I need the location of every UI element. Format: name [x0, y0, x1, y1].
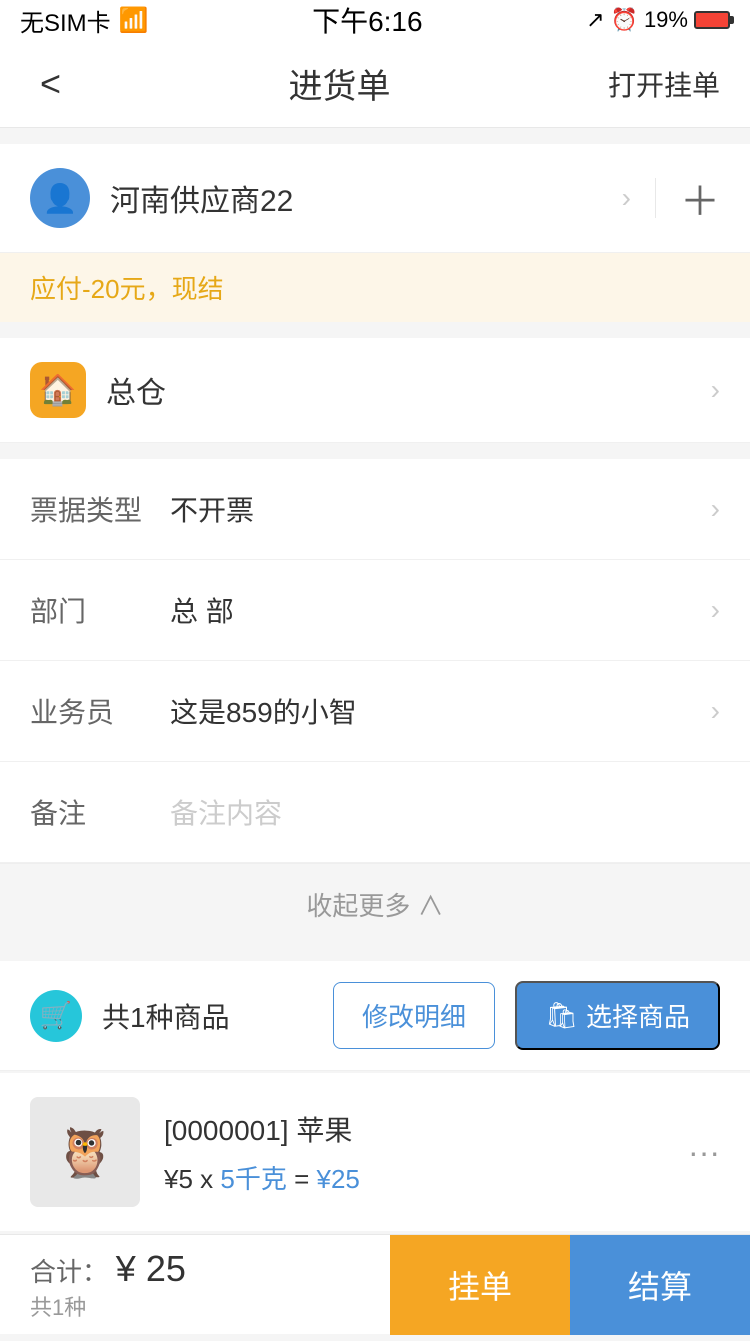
warehouse-icon-symbol: 🏠 [39, 373, 76, 408]
notice-text: 应付-20元，现结 [30, 274, 224, 304]
product-name: [0000001] 苹果 [164, 1109, 664, 1149]
salesperson-row[interactable]: 业务员 这是859的小智 › [0, 661, 750, 762]
total-label: 合计： [30, 1257, 108, 1287]
select-product-icon: 🛍 [545, 1000, 578, 1031]
battery-percent: 19% [644, 7, 688, 33]
remarks-label: 备注 [30, 792, 170, 832]
select-product-button[interactable]: 🛍 选择商品 [515, 981, 720, 1050]
status-time: 下午6:16 [312, 0, 423, 40]
salesperson-chevron: › [711, 695, 720, 727]
supplier-name: 河南供应商22 [110, 176, 612, 220]
select-product-label: 选择商品 [586, 997, 690, 1034]
wifi-icon: 📶 [119, 6, 149, 35]
invoice-type-row[interactable]: 票据类型 不开票 › [0, 459, 750, 560]
status-left: 无SIM卡 📶 [20, 3, 149, 38]
gap-1 [0, 128, 750, 144]
total-sub: 共1种 [30, 1290, 360, 1322]
product-total: ¥25 [317, 1164, 360, 1194]
department-label: 部门 [30, 590, 170, 630]
status-bar: 无SIM卡 📶 下午6:16 ↗ ⏰ 19% [0, 0, 750, 40]
form-section: 票据类型 不开票 › 部门 总 部 › 业务员 这是859的小智 › 备注 备注… [0, 459, 750, 945]
remarks-row[interactable]: 备注 备注内容 [0, 762, 750, 863]
salesperson-label: 业务员 [30, 691, 170, 731]
product-header: 🛒 共1种商品 修改明细 🛍 选择商品 [0, 961, 750, 1071]
supplier-chevron: › [622, 182, 631, 214]
collapse-label: 收起更多 ∧ [306, 886, 443, 923]
invoice-chevron: › [711, 493, 720, 525]
collapse-bar[interactable]: 收起更多 ∧ [0, 863, 750, 945]
invoice-type-value: 不开票 [170, 489, 701, 529]
supplier-section: 👤 河南供应商22 › ＋ 应付-20元，现结 [0, 144, 750, 322]
avatar-icon: 👤 [43, 182, 78, 215]
open-hang-button[interactable]: 打开挂单 [608, 64, 720, 104]
supplier-avatar: 👤 [30, 168, 90, 228]
page-title: 进货单 [289, 59, 391, 108]
checkout-button[interactable]: 结算 [570, 1235, 750, 1335]
nav-bar: < 进货单 打开挂单 [0, 40, 750, 128]
gap-3 [0, 443, 750, 459]
product-item: 🦉 [0000001] 苹果 ¥5 x 5千克 = ¥25 ··· [0, 1073, 750, 1231]
warehouse-chevron: › [711, 374, 720, 406]
product-more-button[interactable]: ··· [688, 1134, 720, 1171]
product-info: [0000001] 苹果 ¥5 x 5千克 = ¥25 [164, 1109, 664, 1196]
remarks-placeholder[interactable]: 备注内容 [170, 792, 282, 832]
warehouse-icon: 🏠 [30, 362, 86, 418]
product-thumbnail: 🦉 [30, 1097, 140, 1207]
notice-banner: 应付-20元，现结 [0, 253, 750, 322]
product-equals: = [294, 1164, 316, 1194]
warehouse-section: 🏠 总仓 › [0, 338, 750, 443]
supplier-divider [655, 178, 656, 218]
gap-4 [0, 945, 750, 961]
product-icon-symbol: 🛒 [40, 1000, 72, 1031]
back-button[interactable]: < [30, 53, 71, 115]
product-unit-price: ¥5 x [164, 1164, 220, 1194]
add-button[interactable]: ＋ [680, 169, 720, 227]
warehouse-name: 总仓 [106, 368, 701, 412]
warehouse-row[interactable]: 🏠 总仓 › [0, 338, 750, 443]
supplier-row[interactable]: 👤 河南供应商22 › ＋ [0, 144, 750, 253]
total-amount: ¥ 25 [116, 1248, 186, 1289]
product-code: [0000001] 苹果 [164, 1115, 352, 1146]
location-icon: ↗ [586, 7, 604, 33]
edit-detail-button[interactable]: 修改明细 [333, 982, 495, 1049]
product-count-text: 共1种商品 [102, 996, 313, 1036]
status-right: ↗ ⏰ 19% [586, 7, 730, 33]
product-count-icon: 🛒 [30, 990, 82, 1042]
hang-button[interactable]: 挂单 [390, 1235, 570, 1335]
total-section: 合计： ¥ 25 共1种 [0, 1248, 390, 1322]
alarm-icon: ⏰ [611, 7, 638, 33]
department-chevron: › [711, 594, 720, 626]
product-thumb-icon: 🦉 [55, 1124, 115, 1181]
salesperson-value: 这是859的小智 [170, 691, 701, 731]
product-qty: 5千克 [220, 1164, 286, 1194]
gap-2 [0, 322, 750, 338]
carrier-text: 无SIM卡 [20, 3, 111, 38]
battery-icon [694, 11, 730, 29]
product-price: ¥5 x 5千克 = ¥25 [164, 1159, 664, 1196]
department-row[interactable]: 部门 总 部 › [0, 560, 750, 661]
invoice-type-label: 票据类型 [30, 489, 170, 529]
department-value: 总 部 [170, 590, 701, 630]
bottom-bar: 合计： ¥ 25 共1种 挂单 结算 [0, 1234, 750, 1334]
